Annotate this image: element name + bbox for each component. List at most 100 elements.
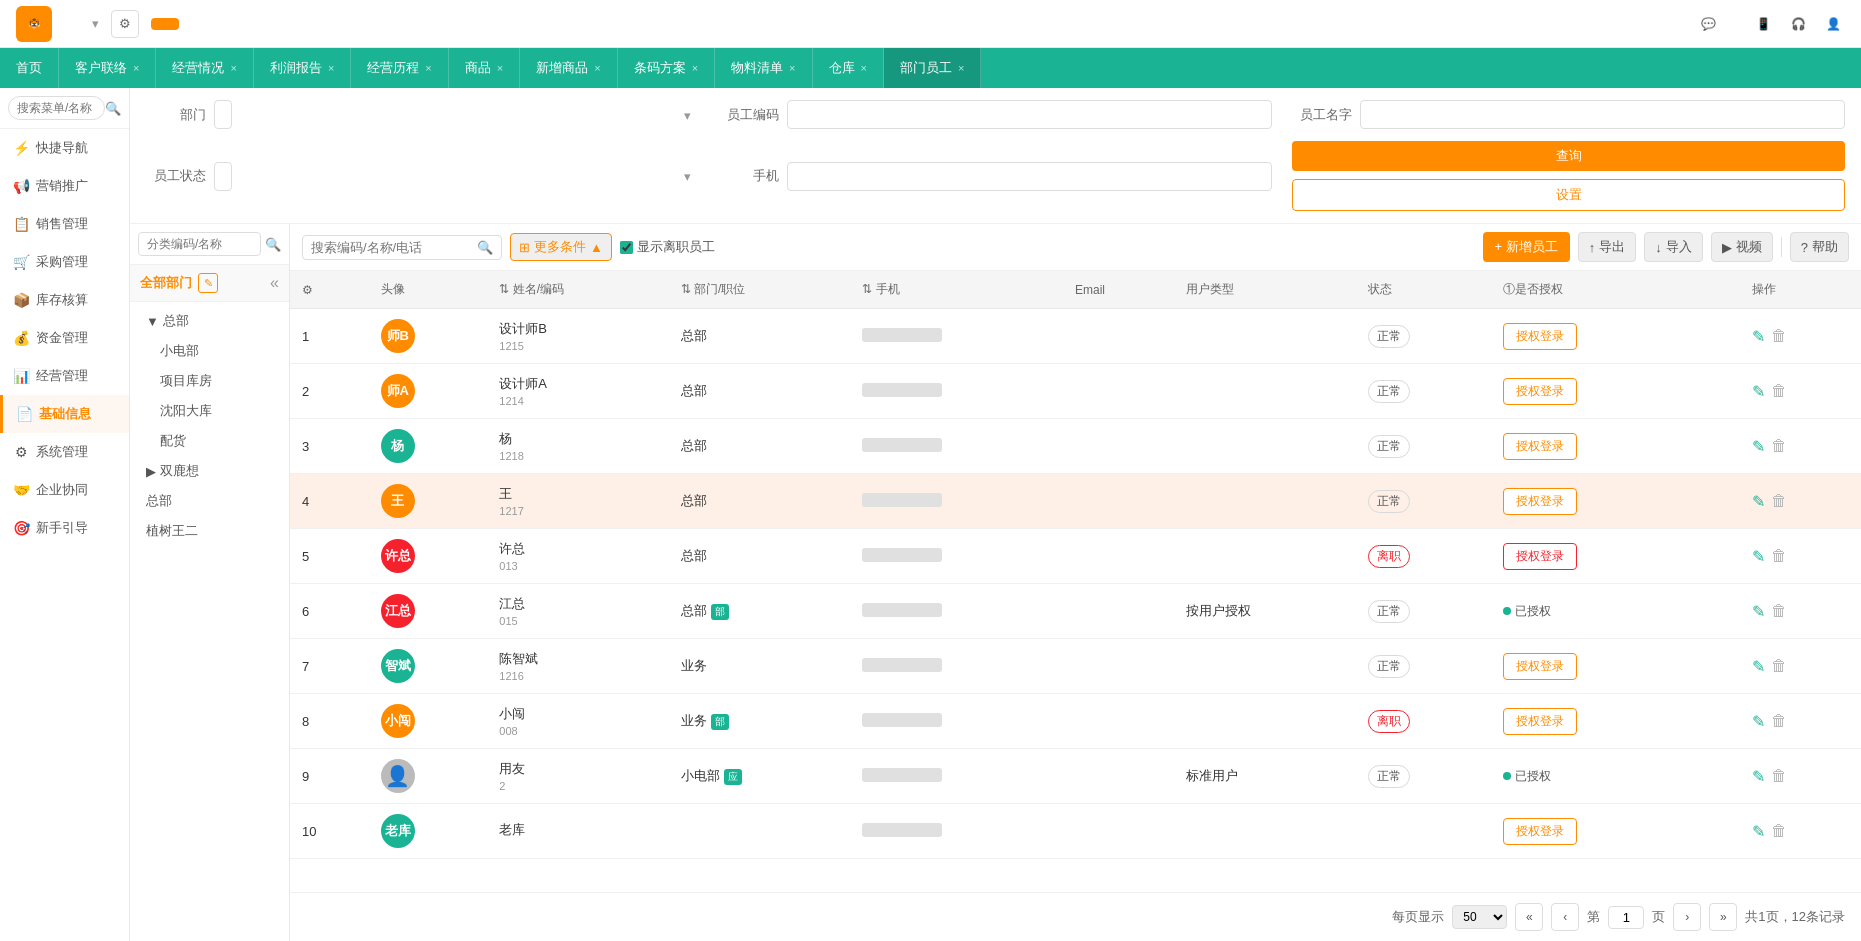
close-icon[interactable]: × [789,62,795,74]
edit-btn[interactable]: ✎ [1752,437,1765,456]
tab-new-goods[interactable]: 新增商品× [520,48,617,88]
dept-edit-icon[interactable]: ✎ [198,273,218,293]
emp-name-input[interactable] [1360,100,1845,129]
show-resigned-checkbox[interactable] [620,241,633,254]
sidebar-item-finance[interactable]: 💰资金管理 [0,319,129,357]
delete-btn[interactable]: 🗑 [1771,602,1787,620]
page-number-input[interactable] [1608,906,1644,929]
tab-home[interactable]: 首页 [0,48,59,88]
setting-button[interactable]: 设置 [1292,179,1845,211]
add-employee-button[interactable]: + 新增员工 [1483,232,1570,262]
video-button[interactable]: ▶ 视频 [1711,232,1773,262]
sidebar-item-stock[interactable]: 📦库存核算 [0,281,129,319]
last-page-btn[interactable]: » [1709,903,1737,931]
close-icon[interactable]: × [692,62,698,74]
import-button[interactable]: ↓ 导入 [1644,232,1703,262]
tab-history[interactable]: 经营历程× [351,48,448,88]
auth-login-btn[interactable]: 授权登录 [1503,378,1577,405]
tab-goods[interactable]: 商品× [449,48,520,88]
delete-btn[interactable]: 🗑 [1771,382,1787,400]
close-icon[interactable]: × [594,62,600,74]
edit-btn[interactable]: ✎ [1752,602,1765,621]
close-icon[interactable]: × [861,62,867,74]
search-input[interactable] [311,240,471,255]
sidebar-item-ops[interactable]: 📊经营管理 [0,357,129,395]
delete-btn[interactable]: 🗑 [1771,492,1787,510]
close-icon[interactable]: × [425,62,431,74]
edit-btn[interactable]: ✎ [1752,822,1765,841]
delete-btn[interactable]: 🗑 [1771,547,1787,565]
col-phone[interactable]: ⇅ 手机 [850,271,1063,309]
settings-icon[interactable]: ⚙ [111,10,139,38]
dept-node-zongbu2[interactable]: 总部 [130,486,289,516]
delete-btn[interactable]: 🗑 [1771,712,1787,730]
edit-btn[interactable]: ✎ [1752,712,1765,731]
edit-btn[interactable]: ✎ [1752,547,1765,566]
emp-code-input[interactable] [787,100,1272,129]
help-button[interactable]: ? 帮助 [1790,232,1849,262]
system-dropdown-arrow[interactable]: ▾ [92,16,99,31]
online-service-btn[interactable]: 🎧 [1791,17,1810,31]
export-button[interactable]: ↑ 导出 [1578,232,1637,262]
dept-node-shenyang[interactable]: 沈阳大库 [130,396,289,426]
more-filter-btn[interactable]: ⊞ 更多条件 ▲ [510,233,612,261]
edit-btn[interactable]: ✎ [1752,492,1765,511]
dept-search-input[interactable] [138,232,261,256]
edit-btn[interactable]: ✎ [1752,767,1765,786]
auth-login-btn[interactable]: 授权登录 [1503,818,1577,845]
auth-login-btn[interactable]: 授权登录 [1503,323,1577,350]
dept-node-peihuo[interactable]: 配货 [130,426,289,456]
close-icon[interactable]: × [133,62,139,74]
page-size-select[interactable]: 50 100 [1452,905,1507,929]
phone-input[interactable] [787,162,1272,191]
search-button[interactable]: 查询 [1292,141,1845,171]
close-icon[interactable]: × [328,62,334,74]
tab-bom[interactable]: 物料清单× [715,48,812,88]
delete-btn[interactable]: 🗑 [1771,327,1787,345]
delete-btn[interactable]: 🗑 [1771,437,1787,455]
col-dept[interactable]: ⇅ 部门/职位 [669,271,850,309]
delete-btn[interactable]: 🗑 [1771,657,1787,675]
col-settings-header[interactable]: ⚙ [290,271,369,309]
prev-page-btn[interactable]: ‹ [1551,903,1579,931]
edit-btn[interactable]: ✎ [1752,327,1765,346]
col-name[interactable]: ⇅ 姓名/编码 [487,271,668,309]
sidebar-item-collab[interactable]: 🤝企业协同 [0,471,129,509]
sidebar-item-sales[interactable]: 📋销售管理 [0,205,129,243]
message-btn[interactable]: 💬 [1701,17,1740,31]
auth-login-btn[interactable]: 授权登录 [1503,708,1577,735]
tab-profit[interactable]: 利润报告× [254,48,351,88]
delete-btn[interactable]: 🗑 [1771,767,1787,785]
dept-node-zhishu[interactable]: 植树王二 [130,516,289,546]
next-page-btn[interactable]: › [1673,903,1701,931]
sidebar-item-guide[interactable]: 🎯新手引导 [0,509,129,547]
tab-warehouse[interactable]: 仓库× [813,48,884,88]
close-icon[interactable]: × [230,62,236,74]
dept-node-xiaodian[interactable]: 小电部 [130,336,289,366]
user-btn[interactable]: 👤 [1826,17,1845,31]
tab-dept-staff[interactable]: 部门员工× [884,48,981,88]
sidebar-item-marketing[interactable]: 📢营销推广 [0,167,129,205]
sidebar-item-quicknav[interactable]: ⚡快捷导航 [0,129,129,167]
auth-login-btn[interactable]: 授权登录 [1503,653,1577,680]
dept-collapse-btn[interactable]: « [270,274,279,292]
close-icon[interactable]: × [958,62,964,74]
dept-node-zonbu[interactable]: ▼ 总部 [130,306,289,336]
tab-operation[interactable]: 经营情况× [156,48,253,88]
dept-node-xiangmu[interactable]: 项目库房 [130,366,289,396]
close-icon[interactable]: × [497,62,503,74]
trial-button[interactable] [151,18,179,30]
emp-status-select[interactable] [214,162,232,191]
sidebar-search-input[interactable] [8,96,105,120]
auth-login-btn[interactable]: 授权登录 [1503,433,1577,460]
dept-select[interactable] [214,100,232,129]
sidebar-item-purchase[interactable]: 🛒采购管理 [0,243,129,281]
sidebar-item-basic[interactable]: 📄基础信息 [0,395,129,433]
dept-node-shuanglu[interactable]: ▶ 双鹿想 [130,456,289,486]
tab-barcode[interactable]: 条码方案× [618,48,715,88]
delete-btn[interactable]: 🗑 [1771,822,1787,840]
first-page-btn[interactable]: « [1515,903,1543,931]
edit-btn[interactable]: ✎ [1752,657,1765,676]
app-download-btn[interactable]: 📱 [1756,17,1775,31]
sidebar-item-system[interactable]: ⚙系统管理 [0,433,129,471]
